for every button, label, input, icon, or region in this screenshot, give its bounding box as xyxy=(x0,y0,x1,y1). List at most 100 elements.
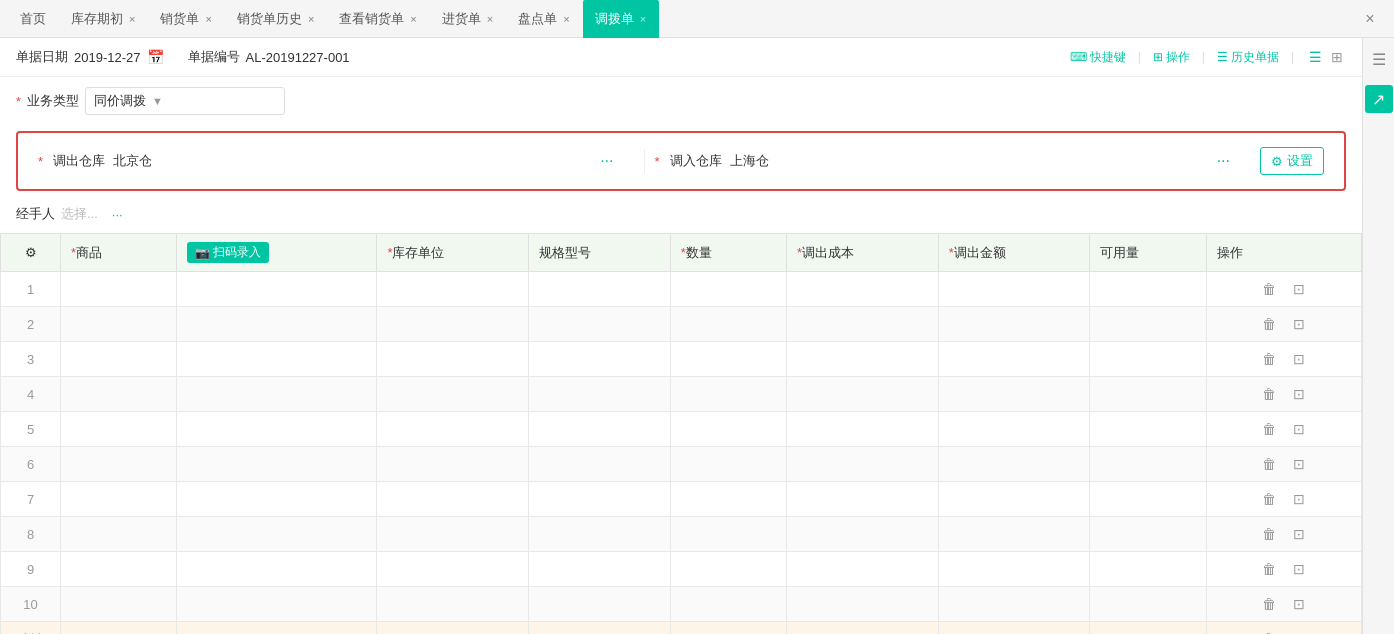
delete-row-button[interactable]: 🗑 xyxy=(1258,313,1280,335)
calendar-icon[interactable]: 📅 xyxy=(147,49,164,65)
product-cell[interactable] xyxy=(61,587,177,622)
product-cell[interactable] xyxy=(61,482,177,517)
tab-close-transfer[interactable]: × xyxy=(640,13,646,25)
qty-cell[interactable] xyxy=(670,552,786,587)
warehouse-out-more-icon[interactable]: ··· xyxy=(600,152,633,170)
unit-cell[interactable] xyxy=(377,482,529,517)
tab-close-inventory-check[interactable]: × xyxy=(563,13,569,25)
product-cell[interactable] xyxy=(61,412,177,447)
settings-button[interactable]: ⚙ 设置 xyxy=(1260,147,1324,175)
cost-cell[interactable] xyxy=(787,272,939,307)
spec-cell[interactable] xyxy=(528,587,670,622)
delete-row-button[interactable]: 🗑 xyxy=(1258,558,1280,580)
tab-close-sales-history[interactable]: × xyxy=(308,13,314,25)
amount-cell[interactable] xyxy=(938,377,1090,412)
product-cell[interactable] xyxy=(61,307,177,342)
delete-row-button[interactable]: 🗑 xyxy=(1258,488,1280,510)
spec-cell[interactable] xyxy=(528,412,670,447)
amount-cell[interactable] xyxy=(938,447,1090,482)
qty-cell[interactable] xyxy=(670,272,786,307)
product-cell[interactable] xyxy=(61,552,177,587)
tab-sales-order[interactable]: 销货单 × xyxy=(148,0,224,38)
copy-row-button[interactable]: ⊡ xyxy=(1288,523,1310,545)
delete-row-button[interactable]: 🗑 xyxy=(1258,383,1280,405)
amount-cell[interactable] xyxy=(938,517,1090,552)
tab-close-purchase[interactable]: × xyxy=(487,13,493,25)
warehouse-in-more-icon[interactable]: ··· xyxy=(1217,152,1250,170)
cost-cell[interactable] xyxy=(787,342,939,377)
sidebar-export-icon[interactable]: ↗ xyxy=(1365,85,1393,113)
cost-cell[interactable] xyxy=(787,587,939,622)
tab-close-inventory-init[interactable]: × xyxy=(129,13,135,25)
amount-cell[interactable] xyxy=(938,412,1090,447)
copy-row-button[interactable]: ⊡ xyxy=(1288,558,1310,580)
layout-list-icon[interactable]: ☰ xyxy=(1306,48,1324,66)
product-cell[interactable] xyxy=(61,517,177,552)
scan-button[interactable]: 📷 扫码录入 xyxy=(187,242,269,263)
copy-row-button[interactable]: ⊡ xyxy=(1288,453,1310,475)
delete-row-button[interactable]: 🗑 xyxy=(1258,278,1280,300)
qty-cell[interactable] xyxy=(670,482,786,517)
copy-subtotal-button[interactable]: ⊡ xyxy=(1288,628,1310,634)
copy-row-button[interactable]: ⊡ xyxy=(1288,348,1310,370)
amount-cell[interactable] xyxy=(938,342,1090,377)
spec-cell[interactable] xyxy=(528,377,670,412)
tab-close-view-sales[interactable]: × xyxy=(410,13,416,25)
copy-row-button[interactable]: ⊡ xyxy=(1288,593,1310,615)
product-cell[interactable] xyxy=(61,377,177,412)
tab-home[interactable]: 首页 xyxy=(8,0,59,38)
spec-cell[interactable] xyxy=(528,552,670,587)
amount-cell[interactable] xyxy=(938,482,1090,517)
layout-grid-icon[interactable]: ⊞ xyxy=(1328,48,1346,66)
delete-row-button[interactable]: 🗑 xyxy=(1258,593,1280,615)
unit-cell[interactable] xyxy=(377,342,529,377)
window-close-button[interactable]: × xyxy=(1354,3,1386,35)
amount-cell[interactable] xyxy=(938,272,1090,307)
qty-cell[interactable] xyxy=(670,342,786,377)
cost-cell[interactable] xyxy=(787,517,939,552)
qty-cell[interactable] xyxy=(670,447,786,482)
tab-view-sales[interactable]: 查看销货单 × xyxy=(327,0,429,38)
spec-cell[interactable] xyxy=(528,482,670,517)
amount-cell[interactable] xyxy=(938,587,1090,622)
cost-cell[interactable] xyxy=(787,412,939,447)
copy-row-button[interactable]: ⊡ xyxy=(1288,313,1310,335)
tab-purchase[interactable]: 进货单 × xyxy=(430,0,506,38)
column-gear[interactable]: ⚙ xyxy=(1,234,61,272)
copy-row-button[interactable]: ⊡ xyxy=(1288,488,1310,510)
cost-cell[interactable] xyxy=(787,307,939,342)
tab-close-sales-order[interactable]: × xyxy=(205,13,211,25)
sidebar-list-icon[interactable]: ☰ xyxy=(1368,46,1390,73)
amount-cell[interactable] xyxy=(938,552,1090,587)
unit-cell[interactable] xyxy=(377,552,529,587)
tab-inventory-init[interactable]: 库存期初 × xyxy=(59,0,148,38)
copy-row-button[interactable]: ⊡ xyxy=(1288,278,1310,300)
unit-cell[interactable] xyxy=(377,272,529,307)
unit-cell[interactable] xyxy=(377,412,529,447)
history-button[interactable]: ☰ 历史单据 xyxy=(1217,49,1279,66)
qty-cell[interactable] xyxy=(670,412,786,447)
cost-cell[interactable] xyxy=(787,447,939,482)
product-cell[interactable] xyxy=(61,342,177,377)
warehouse-out-value[interactable]: 北京仓 xyxy=(113,152,152,170)
spec-cell[interactable] xyxy=(528,272,670,307)
copy-row-button[interactable]: ⊡ xyxy=(1288,418,1310,440)
operation-button[interactable]: ⊞ 操作 xyxy=(1153,49,1190,66)
spec-cell[interactable] xyxy=(528,447,670,482)
unit-cell[interactable] xyxy=(377,447,529,482)
handler-select[interactable]: 选择... xyxy=(61,205,98,223)
delete-row-button[interactable]: 🗑 xyxy=(1258,348,1280,370)
spec-cell[interactable] xyxy=(528,342,670,377)
delete-row-button[interactable]: 🗑 xyxy=(1258,453,1280,475)
tab-transfer[interactable]: 调拨单 × xyxy=(583,0,659,38)
unit-cell[interactable] xyxy=(377,307,529,342)
handler-more-icon[interactable]: ··· xyxy=(112,207,123,222)
shortcut-button[interactable]: ⌨ 快捷键 xyxy=(1070,49,1126,66)
spec-cell[interactable] xyxy=(528,517,670,552)
unit-cell[interactable] xyxy=(377,377,529,412)
delete-row-button[interactable]: 🗑 xyxy=(1258,418,1280,440)
amount-cell[interactable] xyxy=(938,307,1090,342)
business-select[interactable]: 同价调拨 ▼ xyxy=(85,87,285,115)
delete-row-button[interactable]: 🗑 xyxy=(1258,523,1280,545)
qty-cell[interactable] xyxy=(670,517,786,552)
